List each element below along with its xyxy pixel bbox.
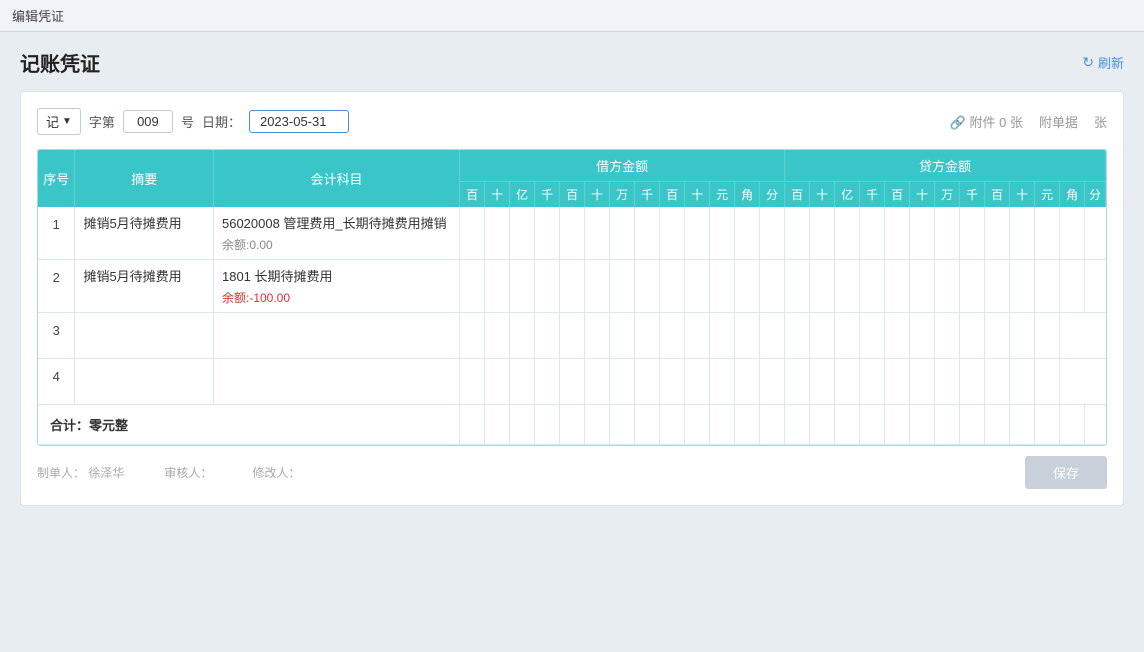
footer-row: 制单人： 徐泽华 审核人： 修改人： 保存 — [37, 446, 1107, 489]
modifier-label: 修改人： — [252, 466, 300, 480]
page-title: 记账凭证 — [20, 48, 100, 77]
content-area: 记账凭证 ↻ 刷新 记 ▼ 字第 009 号 日期： 2023-05-3 — [0, 32, 1144, 652]
paperclip-icon: 🔗 — [950, 115, 966, 130]
row4-desc[interactable] — [75, 359, 214, 405]
voucher-table-wrapper: 序号 摘要 会计科目 借方金额 贷方金额 百 十 亿 千 百 十 — [37, 149, 1107, 446]
row4-seq: 4 — [38, 359, 75, 405]
ch-shi2: 十 — [910, 182, 935, 208]
table-header-row-1: 序号 摘要 会计科目 借方金额 贷方金额 — [38, 150, 1106, 182]
row3-account[interactable] — [213, 313, 459, 359]
dh-shi3: 十 — [685, 182, 710, 208]
save-button[interactable]: 保存 — [1025, 456, 1107, 489]
dh-bai2: 百 — [560, 182, 585, 208]
ch-yi1: 亿 — [835, 182, 860, 208]
dh-wan1: 万 — [610, 182, 635, 208]
auditor-info: 审核人： — [164, 464, 212, 481]
ch-fen1: 分 — [1085, 182, 1106, 208]
ch-bai1: 百 — [785, 182, 810, 208]
refresh-button[interactable]: ↻ 刷新 — [1082, 53, 1124, 72]
ch-qian2: 千 — [960, 182, 985, 208]
row3-seq: 3 — [38, 313, 75, 359]
row3-desc[interactable] — [75, 313, 214, 359]
row2-seq: 2 — [38, 260, 75, 313]
dh-yi1: 亿 — [510, 182, 535, 208]
table-row: 2 摊销5月待摊费用 1801 长期待摊费用 余额:-100.00 — [38, 260, 1106, 313]
attachment-doc-label: 附单据 — [1039, 112, 1078, 131]
row1-account[interactable]: 56020008 管理费用_长期待摊费用摊销 余额:0.00 — [213, 207, 459, 260]
col-header-seq: 序号 — [38, 150, 75, 207]
window-title: 编辑凭证 — [12, 9, 64, 24]
col-header-debit: 借方金额 — [460, 150, 785, 182]
col-header-account: 会计科目 — [213, 150, 459, 207]
dh-qian1: 千 — [535, 182, 560, 208]
table-row: 4 — [38, 359, 1106, 405]
title-bar: 编辑凭证 — [0, 0, 1144, 32]
dh-jiao1: 角 — [735, 182, 760, 208]
refresh-label: 刷新 — [1098, 53, 1124, 72]
dh-bai3: 百 — [660, 182, 685, 208]
maker-info: 制单人： 徐泽华 — [37, 464, 124, 481]
dh-shi2: 十 — [585, 182, 610, 208]
voucher-type-label: 记 — [46, 112, 59, 131]
voucher-number-field[interactable]: 009 — [123, 110, 173, 133]
table-body: 1 摊销5月待摊费用 56020008 管理费用_长期待摊费用摊销 余额:0.0… — [38, 207, 1106, 445]
ch-shi3: 十 — [1010, 182, 1035, 208]
ch-bai3: 百 — [985, 182, 1010, 208]
ch-qian1: 千 — [860, 182, 885, 208]
date-field[interactable]: 2023-05-31 — [249, 110, 349, 133]
main-window: 编辑凭证 记账凭证 ↻ 刷新 记 ▼ 字第 009 号 日期： — [0, 0, 1144, 652]
date-label: 日期： — [202, 112, 241, 131]
table-row: 3 — [38, 313, 1106, 359]
dropdown-arrow-icon: ▼ — [62, 116, 72, 127]
voucher-card: 记 ▼ 字第 009 号 日期： 2023-05-31 🔗 附件 0 张 — [20, 91, 1124, 506]
ch-shi1: 十 — [810, 182, 835, 208]
dh-shi1: 十 — [485, 182, 510, 208]
attachment-count-label: 张 — [1094, 112, 1107, 131]
footer-info: 制单人： 徐泽华 审核人： 修改人： — [37, 464, 300, 481]
row1-desc[interactable]: 摊销5月待摊费用 — [75, 207, 214, 260]
attachments-area: 🔗 附件 0 张 附单据 张 — [950, 112, 1107, 131]
dh-qian2: 千 — [635, 182, 660, 208]
ch-jiao1: 角 — [1060, 182, 1085, 208]
refresh-icon: ↻ — [1082, 54, 1094, 71]
maker-name: 徐泽华 — [88, 466, 124, 480]
maker-label: 制单人： — [37, 466, 85, 480]
voucher-table: 序号 摘要 会计科目 借方金额 贷方金额 百 十 亿 千 百 十 — [38, 150, 1106, 445]
row2-desc[interactable]: 摊销5月待摊费用 — [75, 260, 214, 313]
summary-row: 合计：零元整 — [38, 405, 1106, 445]
dh-fen1: 分 — [760, 182, 785, 208]
col-header-desc: 摘要 — [75, 150, 214, 207]
ch-yuan1: 元 — [1035, 182, 1060, 208]
auditor-label: 审核人： — [164, 466, 212, 480]
attachment-link[interactable]: 🔗 附件 0 张 — [950, 112, 1023, 131]
dh-yuan1: 元 — [710, 182, 735, 208]
modifier-info: 修改人： — [252, 464, 300, 481]
ch-bai2: 百 — [885, 182, 910, 208]
summary-label: 合计：零元整 — [38, 405, 460, 445]
dh-bai1: 百 — [460, 182, 485, 208]
col-header-credit: 贷方金额 — [785, 150, 1106, 182]
row2-account[interactable]: 1801 长期待摊费用 余额:-100.00 — [213, 260, 459, 313]
page-header: 记账凭证 ↻ 刷新 — [20, 48, 1124, 77]
voucher-form-row: 记 ▼ 字第 009 号 日期： 2023-05-31 🔗 附件 0 张 — [37, 108, 1107, 135]
hao-label: 号 — [181, 112, 194, 131]
ch-wan1: 万 — [935, 182, 960, 208]
table-row: 1 摊销5月待摊费用 56020008 管理费用_长期待摊费用摊销 余额:0.0… — [38, 207, 1106, 260]
row4-account[interactable] — [213, 359, 459, 405]
zi-label: 字第 — [89, 112, 115, 131]
voucher-type-dropdown[interactable]: 记 ▼ — [37, 108, 81, 135]
row1-seq: 1 — [38, 207, 75, 260]
